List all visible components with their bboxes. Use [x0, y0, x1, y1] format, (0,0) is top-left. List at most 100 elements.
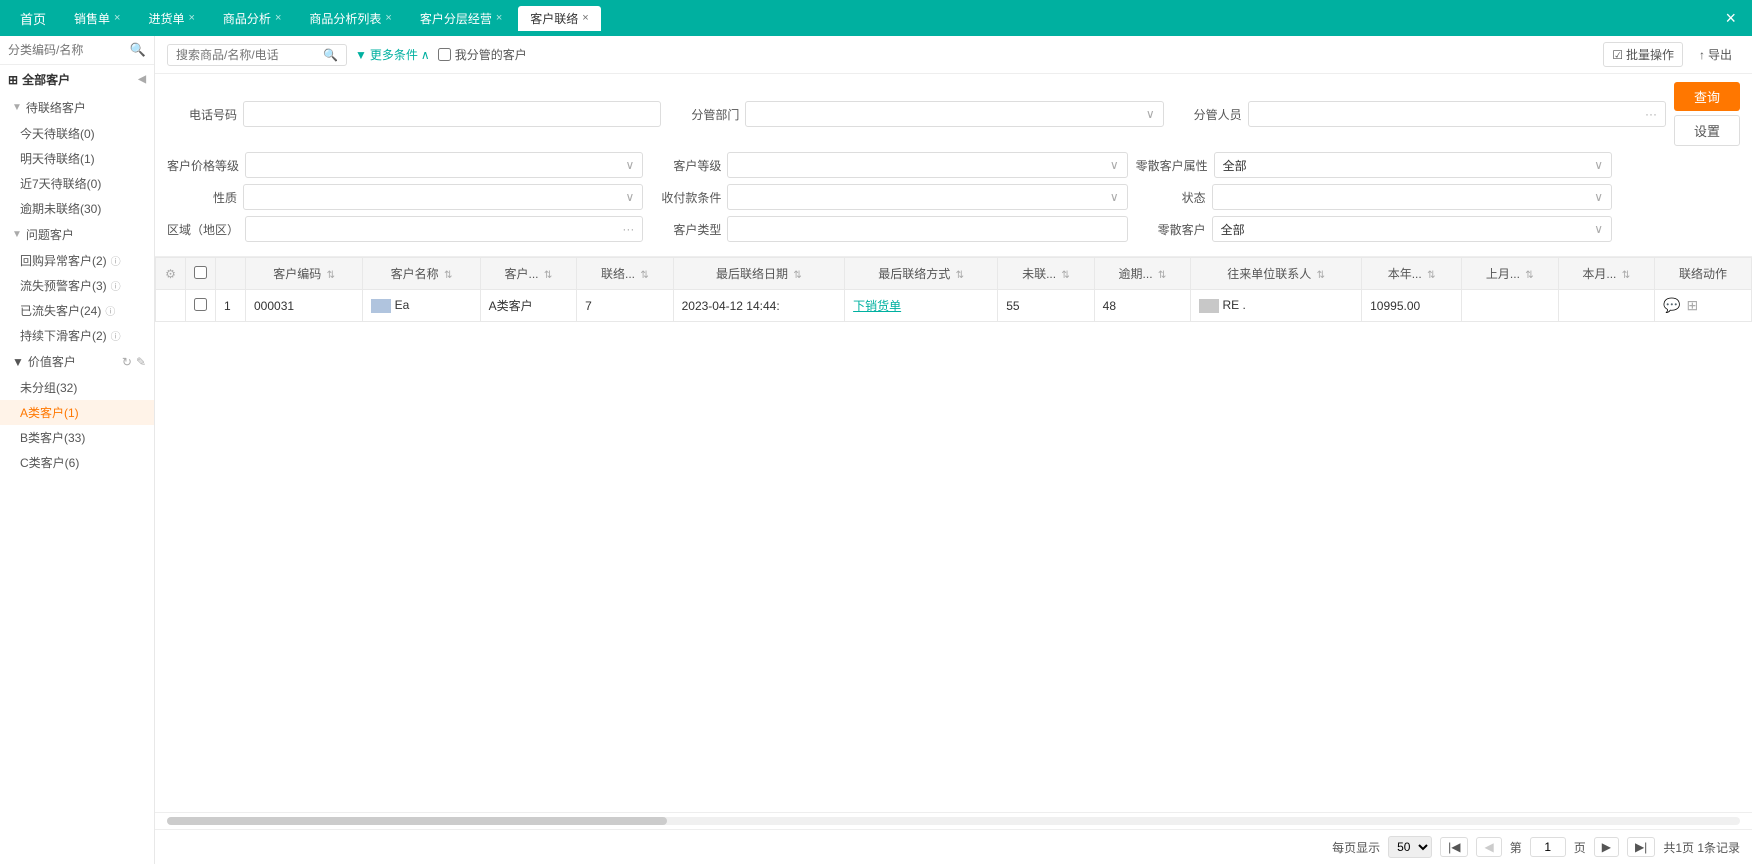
gear-column-header[interactable]: ⚙ [156, 258, 186, 290]
last-month-column-header[interactable]: 上月... ⇅ [1462, 258, 1558, 290]
last-page-button[interactable]: ▶| [1627, 837, 1655, 857]
chevron-down-icon6: ∨ [626, 190, 635, 204]
last-date-column-header[interactable]: 最后联络日期 ⇅ [673, 258, 845, 290]
region-input[interactable]: ··· [245, 216, 643, 242]
close-tab-customer-contact[interactable]: × [582, 12, 588, 24]
row-last-month [1462, 290, 1558, 322]
sidebar-search-icon: 🔍 [130, 42, 146, 58]
type-column-header[interactable]: 客户... ⇅ [480, 258, 576, 290]
value-group-label[interactable]: ▼ 价值客户 ↻ ✎ [0, 348, 154, 375]
sidebar-item-overdue[interactable]: 逾期未联络(30) [0, 196, 154, 221]
uncontacted-column-header[interactable]: 未联... ⇅ [998, 258, 1094, 290]
more-filters-button[interactable]: ▼ 更多条件 ∧ [355, 46, 430, 63]
dept-select[interactable]: ∨ [745, 101, 1163, 127]
sidebar-item-ungrouped[interactable]: 未分组(32) [0, 375, 154, 400]
price-level-select[interactable]: ∨ [245, 152, 643, 178]
row-type: A类客户 [480, 290, 576, 322]
sidebar-item-c-class[interactable]: C类客户(6) [0, 450, 154, 475]
nature-select[interactable]: ∨ [243, 184, 643, 210]
tab-analysis-list[interactable]: 商品分析列表 × [297, 6, 403, 31]
tab-customer-contact[interactable]: 客户联络 × [518, 6, 600, 31]
this-year-column-header[interactable]: 本年... ⇅ [1362, 258, 1462, 290]
sidebar: 🔍 ⊞ 全部客户 ◀ ▼ 待联络客户 今天待联络(0) 明天待联络(1) 近7天… [0, 36, 155, 864]
filter-cell-payment: 收付款条件 ∨ [651, 184, 1127, 210]
collapse-icon: ◀ [138, 74, 146, 85]
status-select[interactable]: ∨ [1212, 184, 1612, 210]
next-page-button[interactable]: ▶ [1594, 837, 1619, 857]
scrollbar-thumb[interactable] [167, 817, 667, 825]
sidebar-item-declining[interactable]: 持续下滑客户(2) ⓘ [0, 323, 154, 348]
sidebar-item-tomorrow[interactable]: 明天待联络(1) [0, 146, 154, 171]
tab-analysis[interactable]: 商品分析 × [211, 6, 293, 31]
row-name: Ea [363, 290, 480, 322]
overdue-column-header[interactable]: 逾期... ⇅ [1094, 258, 1190, 290]
prev-page-button[interactable]: ◀ [1476, 837, 1501, 857]
customer-type-label: 客户类型 [651, 221, 721, 238]
page-label-suffix: 页 [1574, 839, 1586, 856]
manager-input[interactable]: ··· [1248, 101, 1666, 127]
problem-group-label[interactable]: ▼ 问题客户 [0, 221, 154, 248]
retail-select[interactable]: 全部 ∨ [1212, 216, 1612, 242]
contact-column-header[interactable]: 联络... ⇅ [577, 258, 673, 290]
batch-icon: ☑ [1612, 48, 1623, 62]
last-method-link[interactable]: 下销货单 [853, 299, 901, 313]
code-column-header[interactable]: 客户编码 ⇅ [246, 258, 363, 290]
chevron-down-icon7: ∨ [1110, 190, 1119, 204]
phone-input[interactable] [243, 101, 661, 127]
select-all-checkbox[interactable] [194, 266, 207, 279]
row-checkbox[interactable] [194, 298, 207, 311]
grid-icon: ⊞ [8, 73, 18, 87]
sidebar-search-input[interactable] [8, 43, 130, 57]
customer-type-input[interactable] [727, 216, 1127, 242]
checkbox-column-header[interactable] [186, 258, 216, 290]
home-tab[interactable]: 首页 [8, 5, 58, 32]
payment-select[interactable]: ∨ [727, 184, 1127, 210]
export-button[interactable]: ↑ 导出 [1691, 43, 1740, 66]
retail-attr-select[interactable]: 全部 ∨ [1214, 152, 1612, 178]
arrow-down-icon2: ▼ [12, 229, 22, 240]
row-code[interactable]: 000031 [246, 290, 363, 322]
batch-op-button[interactable]: ☑ 批量操作 [1603, 42, 1683, 67]
settings-button[interactable]: 设置 [1674, 115, 1740, 146]
horizontal-scrollbar[interactable] [155, 812, 1752, 829]
unit-contact-column-header[interactable]: 往来单位联系人 ⇅ [1191, 258, 1362, 290]
sidebar-item-a-class[interactable]: A类客户(1) [0, 400, 154, 425]
grid-action-icon[interactable]: ⊞ [1686, 297, 1698, 314]
sidebar-item-abnormal[interactable]: 回购异常客户(2) ⓘ [0, 248, 154, 273]
edit-icon[interactable]: ✎ [136, 355, 146, 369]
sidebar-item-7days[interactable]: 近7天待联络(0) [0, 171, 154, 196]
main-search-input[interactable] [176, 48, 319, 62]
close-tab-customer-tier[interactable]: × [496, 12, 502, 24]
my-customers-checkbox[interactable]: 我分管的客户 [438, 46, 527, 63]
dept-label: 分管部门 [669, 106, 739, 123]
row-last-method[interactable]: 下销货单 [845, 290, 998, 322]
last-method-column-header[interactable]: 最后联络方式 ⇅ [845, 258, 998, 290]
close-tab-analysis[interactable]: × [275, 12, 281, 24]
first-page-button[interactable]: |◀ [1440, 837, 1468, 857]
sort-icon-uncontacted: ⇅ [1061, 270, 1069, 281]
export-icon: ↑ [1699, 48, 1705, 62]
sidebar-item-churned[interactable]: 已流失客户(24) ⓘ [0, 298, 154, 323]
this-month-column-header[interactable]: 本月... ⇅ [1558, 258, 1654, 290]
my-customers-check[interactable] [438, 48, 451, 61]
sidebar-item-b-class[interactable]: B类客户(33) [0, 425, 154, 450]
name-column-header[interactable]: 客户名称 ⇅ [363, 258, 480, 290]
chat-action-icon[interactable]: 💬 [1663, 297, 1680, 314]
tab-customer-tier[interactable]: 客户分层经营 × [408, 6, 514, 31]
tab-purchase[interactable]: 进货单 × [136, 6, 206, 31]
close-tab-analysis-list[interactable]: × [385, 12, 391, 24]
customer-level-select[interactable]: ∨ [727, 152, 1127, 178]
row-checkbox-cell[interactable] [186, 290, 216, 322]
pending-group-label[interactable]: ▼ 待联络客户 [0, 94, 154, 121]
per-page-select[interactable]: 50 [1388, 836, 1432, 858]
close-window-button[interactable]: × [1717, 8, 1744, 29]
refresh-icon[interactable]: ↻ [122, 355, 132, 369]
tab-sales[interactable]: 销售单 × [62, 6, 132, 31]
sidebar-item-today[interactable]: 今天待联络(0) [0, 121, 154, 146]
sidebar-item-churn-warning[interactable]: 流失预警客户(3) ⓘ [0, 273, 154, 298]
current-page-input[interactable] [1530, 837, 1566, 857]
close-tab-purchase[interactable]: × [188, 12, 194, 24]
all-customers-header[interactable]: ⊞ 全部客户 ◀ [0, 65, 154, 94]
close-tab-sales[interactable]: × [114, 12, 120, 24]
query-button[interactable]: 查询 [1674, 82, 1740, 111]
